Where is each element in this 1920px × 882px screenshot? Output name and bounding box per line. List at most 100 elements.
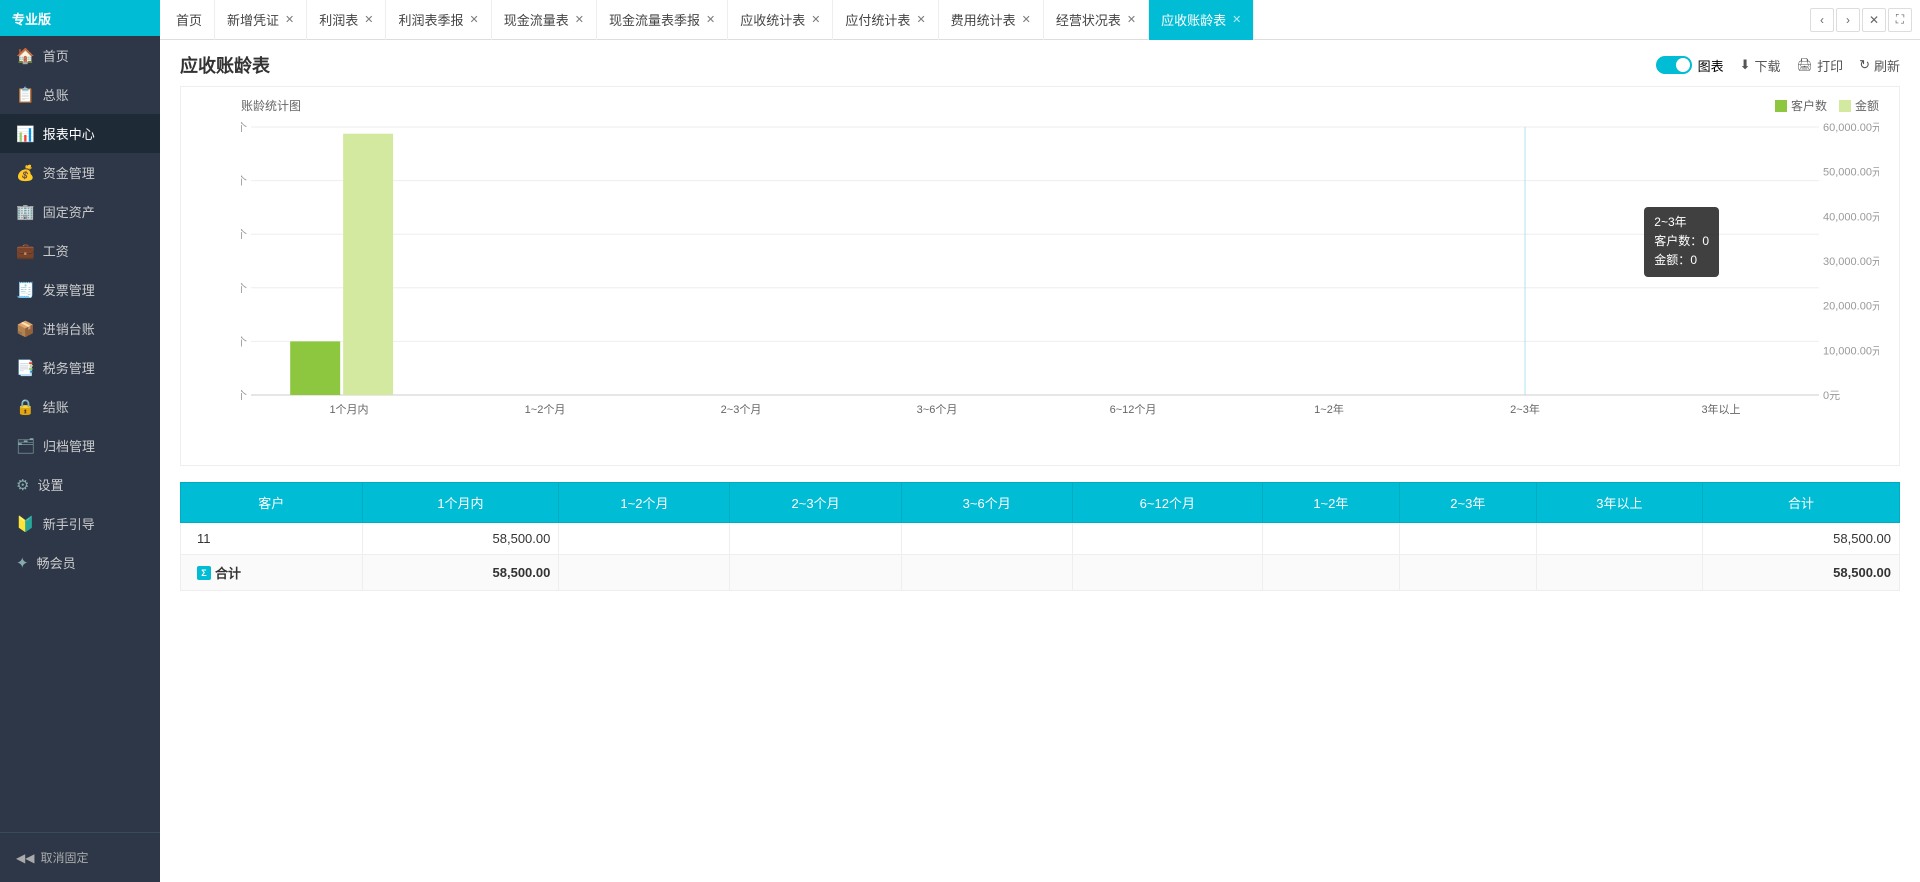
tab-close-expense-stat[interactable]: ✕: [1022, 13, 1031, 26]
tab-close-cashflow[interactable]: ✕: [575, 13, 584, 26]
sidebar-item-guide[interactable]: 🔰新手引导: [0, 504, 160, 543]
svg-text:6~12个月: 6~12个月: [1110, 403, 1157, 416]
tab-home[interactable]: 首页: [164, 0, 215, 40]
tab-operation-stat[interactable]: 经营状况表 ✕: [1044, 0, 1149, 40]
total-cell-1: 58,500.00: [362, 555, 559, 591]
print-btn[interactable]: 🖨 打印: [1797, 56, 1844, 75]
tab-close-new-voucher[interactable]: ✕: [285, 13, 294, 26]
total-cell-6: [1262, 555, 1399, 591]
svg-text:1个: 1个: [241, 335, 247, 348]
tab-aging[interactable]: 应收账龄表✕: [1149, 0, 1254, 40]
chart-toggle[interactable]: 图表: [1656, 56, 1724, 75]
collapse-icon: ◀◀: [16, 851, 34, 865]
fixed-icon: 🏢: [16, 203, 35, 221]
tab-close-cashflow-quarterly[interactable]: ✕: [706, 13, 715, 26]
svg-text:0元: 0元: [1823, 390, 1840, 402]
tab-close-receivable-stat[interactable]: ✕: [811, 13, 820, 26]
chart-legend: 客户数 金额: [1775, 97, 1879, 114]
sidebar-label-report: 报表中心: [43, 124, 95, 143]
print-icon: 🖨: [1797, 57, 1814, 73]
tab-close-profit-quarterly[interactable]: ✕: [470, 13, 479, 26]
sidebar-item-tax[interactable]: 📑税务管理: [0, 348, 160, 387]
app-logo: 专业版: [0, 0, 160, 36]
tab-label-expense-stat: 费用统计表: [951, 10, 1016, 29]
sidebar-label-close: 结账: [43, 397, 69, 416]
tab-new-voucher[interactable]: 新增凭证 ✕: [215, 0, 307, 40]
sidebar-label-fund: 资金管理: [43, 163, 95, 182]
svg-text:1~2个月: 1~2个月: [525, 403, 566, 416]
tab-close-payable-stat[interactable]: ✕: [916, 13, 925, 26]
tab-label-operation-stat: 经营状况表: [1056, 10, 1121, 29]
tab-label-profit-quarterly: 利润表季报: [398, 10, 463, 29]
download-btn[interactable]: ⬇ 下载: [1740, 56, 1781, 75]
chart-svg-wrap: 0个1个2个3个4个5个0元10,000.00元20,000.00元30,000…: [241, 117, 1879, 425]
sidebar-item-report[interactable]: 📊报表中心: [0, 114, 160, 153]
tab-label-profit: 利润表: [319, 10, 358, 29]
tab-label-payable-stat: 应付统计表: [845, 10, 910, 29]
sidebar-label-invoice: 发票管理: [43, 280, 95, 299]
page-actions: 图表 ⬇ 下载 🖨 打印 ↻ 刷新: [1656, 56, 1900, 75]
sidebar-item-purchase[interactable]: 📦进销台账: [0, 309, 160, 348]
tab-close-aging[interactable]: ✕: [1232, 13, 1241, 26]
refresh-btn[interactable]: ↻ 刷新: [1859, 56, 1900, 75]
tab-close-profit[interactable]: ✕: [364, 13, 373, 26]
total-row: Σ合计58,500.0058,500.00: [181, 555, 1900, 591]
legend-amount: 金额: [1839, 97, 1879, 114]
tab-payable-stat[interactable]: 应付统计表 ✕: [833, 0, 938, 40]
cell-0-0: 11: [181, 523, 363, 555]
sidebar-item-home[interactable]: 🏠 首页: [0, 36, 160, 75]
cell-0-8: [1536, 523, 1702, 555]
tab-cashflow-quarterly[interactable]: 现金流量表季报 ✕: [597, 0, 728, 40]
svg-text:4个: 4个: [241, 175, 247, 188]
total-cell-9: 58,500.00: [1703, 555, 1900, 591]
tab-label-new-voucher: 新增凭证: [227, 10, 279, 29]
sidebar-label-member: 畅会员: [37, 553, 76, 572]
tab-expense-stat[interactable]: 费用统计表 ✕: [939, 0, 1044, 40]
sidebar-item-member[interactable]: ✦ 畅会员: [0, 543, 160, 582]
member-icon: ✦: [16, 554, 29, 572]
svg-text:2~3个月: 2~3个月: [721, 403, 762, 416]
toggle-track[interactable]: [1656, 56, 1692, 74]
sidebar-label-home: 首页: [43, 46, 69, 65]
cell-0-9: 58,500.00: [1703, 523, 1900, 555]
col-header-7: 2~3年: [1399, 483, 1536, 523]
tab-expand-btn[interactable]: ⛶: [1888, 8, 1912, 32]
sidebar-label-tax: 税务管理: [43, 358, 95, 377]
col-header-6: 1~2年: [1262, 483, 1399, 523]
collapse-sidebar-btn[interactable]: ◀◀ 取消固定: [0, 841, 160, 874]
tab-label-cashflow-quarterly: 现金流量表季报: [609, 10, 700, 29]
col-header-9: 合计: [1703, 483, 1900, 523]
sidebar-item-fixed[interactable]: 🏢固定资产: [0, 192, 160, 231]
tab-close-operation-stat[interactable]: ✕: [1127, 13, 1136, 26]
col-header-2: 1~2个月: [559, 483, 730, 523]
archive-icon: 🗂: [16, 437, 35, 455]
salary-icon: 💼: [16, 242, 35, 260]
sidebar-item-close[interactable]: 🔒结账: [0, 387, 160, 426]
aging-table: 客户1个月内1~2个月2~3个月3~6个月6~12个月1~2年2~3年3年以上合…: [180, 482, 1900, 591]
tab-profit-quarterly[interactable]: 利润表季报 ✕: [386, 0, 491, 40]
sidebar-item-invoice[interactable]: 🧾发票管理: [0, 270, 160, 309]
tab-close-all-btn[interactable]: ✕: [1862, 8, 1886, 32]
sidebar-item-fund[interactable]: 💰资金管理: [0, 153, 160, 192]
sidebar-item-salary[interactable]: 💼工资: [0, 231, 160, 270]
tab-receivable-stat[interactable]: 应收统计表✕: [728, 0, 833, 40]
page-content: 应收账龄表 图表 ⬇ 下载 🖨 打印 ↻ 刷新: [160, 40, 1920, 882]
tab-cashflow[interactable]: 现金流量表 ✕: [492, 0, 597, 40]
home-icon: 🏠: [16, 47, 35, 65]
tab-profit[interactable]: 利润表 ✕: [307, 0, 386, 40]
tab-label-cashflow: 现金流量表: [504, 10, 569, 29]
svg-text:50,000.00元: 50,000.00元: [1823, 167, 1879, 179]
sidebar-item-settings[interactable]: ⚙设置: [0, 465, 160, 504]
col-header-5: 6~12个月: [1072, 483, 1262, 523]
tab-next-btn[interactable]: ›: [1836, 8, 1860, 32]
sidebar-item-ledger[interactable]: 📋总账: [0, 75, 160, 114]
svg-text:1~2年: 1~2年: [1314, 402, 1344, 416]
legend-amount-dot: [1839, 100, 1851, 112]
sidebar-item-archive[interactable]: 🗂归档管理: [0, 426, 160, 465]
tab-prev-btn[interactable]: ‹: [1810, 8, 1834, 32]
guide-icon: 🔰: [16, 515, 35, 533]
tab-label-home: 首页: [176, 10, 202, 29]
cell-0-7: [1399, 523, 1536, 555]
sidebar-bottom: ◀◀ 取消固定: [0, 832, 160, 882]
total-cell-3: [730, 555, 901, 591]
